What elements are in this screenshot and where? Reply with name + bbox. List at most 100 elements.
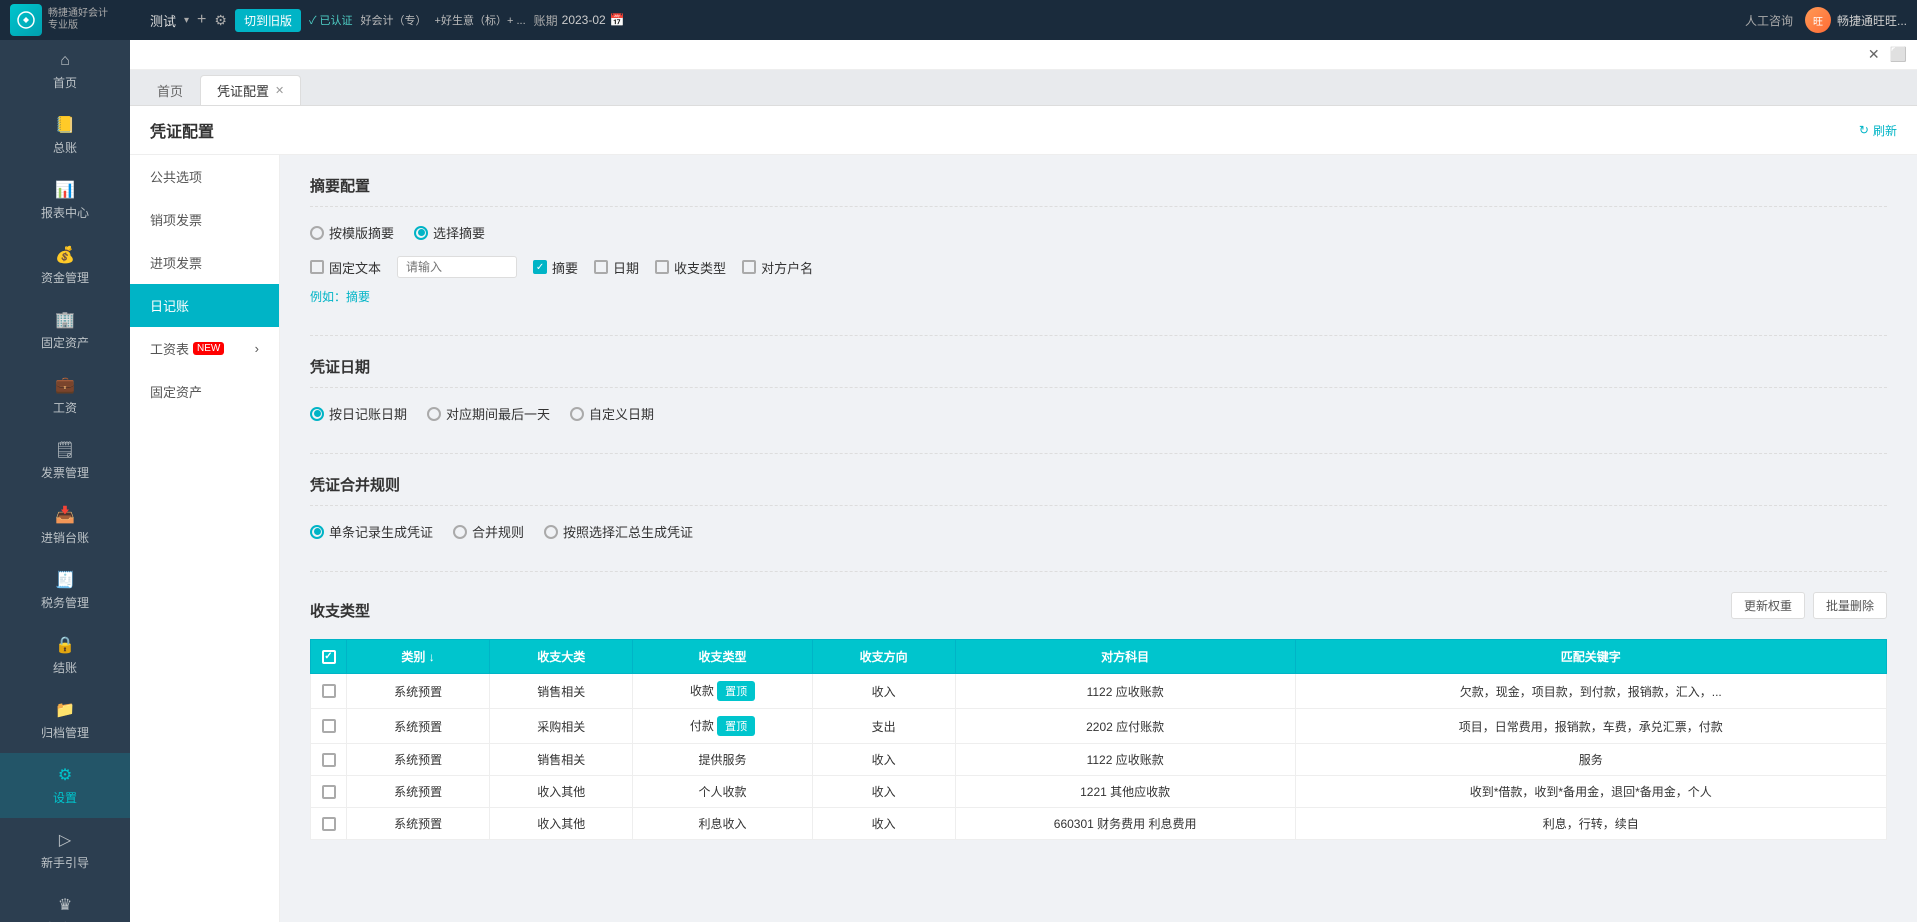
sidebar-label-archive: 归档管理 (41, 724, 89, 741)
content-area: ✕ ⬜ 首页 凭证配置 ✕ 凭证配置 ↻ 刷新 公 (130, 40, 1917, 922)
row-checkbox-3[interactable] (311, 744, 347, 776)
settings-sidebar-journal-label: 日记账 (150, 296, 189, 315)
row-checkbox-4[interactable] (311, 776, 347, 808)
tax-icon: 🧾 (55, 570, 75, 590)
sidebar-item-purchase[interactable]: 📥 进销台账 (0, 493, 130, 558)
radio-template[interactable]: 按模版摘要 (310, 223, 394, 242)
radio-custom-date[interactable]: 自定义日期 (570, 404, 654, 423)
tab-bar: 首页 凭证配置 ✕ (130, 70, 1917, 106)
radio-period-last-circle (427, 407, 441, 421)
income-expense-table: ✓ 类别 ↓ 收支大类 收支类型 收支方向 对方科目 匹配关键字 (310, 639, 1887, 840)
row-checkbox-1[interactable] (311, 674, 347, 709)
sidebar-item-guide[interactable]: ▷ 新手引导 (0, 818, 130, 883)
radio-merge-circle (453, 525, 467, 539)
row-direction-1: 收入 (812, 674, 955, 709)
radio-merge-label: 合并规则 (472, 522, 524, 541)
sidebar-item-invoice[interactable]: 🗒 发票管理 (0, 428, 130, 493)
table-actions: 更新权重 批量删除 (1731, 592, 1887, 619)
checkbox-type[interactable]: 收支类型 (655, 258, 726, 277)
settings-sidebar-purchase-invoice[interactable]: 进项发票 (130, 241, 279, 284)
settings-sidebar-purchase-label: 进项发票 (150, 253, 202, 272)
sidebar-item-member[interactable]: ♛ 畅会员 (0, 883, 130, 922)
row-sub-type-2: 付款 置顶 (633, 709, 812, 744)
top-tag-1[interactable]: 置顶 (717, 681, 755, 701)
radio-template-circle (310, 226, 324, 240)
radio-journal-date-label: 按日记账日期 (329, 404, 407, 423)
new-badge: NEW (193, 342, 224, 355)
table-row: 系统预置 收入其他 个人收款 收入 1221 其他应收款 收到*借款，收到*备用… (311, 776, 1887, 808)
close-icon[interactable]: ✕ (1868, 46, 1880, 63)
radio-journal-date[interactable]: 按日记账日期 (310, 404, 407, 423)
row-sub-type-3: 提供服务 (633, 744, 812, 776)
page-title: 凭证配置 (150, 118, 214, 142)
sidebar-item-archive[interactable]: 📁 归档管理 (0, 688, 130, 753)
tab-voucher-close[interactable]: ✕ (275, 84, 284, 97)
col-category[interactable]: 类别 ↓ (347, 640, 490, 674)
checkbox-date[interactable]: 日期 (594, 258, 639, 277)
radio-select[interactable]: 选择摘要 (414, 223, 485, 242)
batch-delete-btn[interactable]: 批量删除 (1813, 592, 1887, 619)
sidebar-item-tax[interactable]: 🧾 税务管理 (0, 558, 130, 623)
closing-icon: 🔒 (55, 635, 75, 655)
checkbox-summary[interactable]: ✓ 摘要 (533, 258, 578, 277)
settings-sidebar-journal[interactable]: 日记账 (130, 284, 279, 327)
logo-icon (10, 4, 42, 36)
topbar-dropdown-icon[interactable]: ▾ (184, 15, 189, 26)
sidebar-item-closing[interactable]: 🔒 结账 (0, 623, 130, 688)
checkbox-fixed-text[interactable]: 固定文本 (310, 258, 381, 277)
settings-sidebar-fixed-assets[interactable]: 固定资产 (130, 370, 279, 413)
checkbox-fixed-text-label: 固定文本 (329, 258, 381, 277)
refresh-btn[interactable]: ↻ 刷新 (1859, 122, 1897, 139)
tab-voucher-config[interactable]: 凭证配置 ✕ (200, 75, 301, 105)
row-checkbox-5[interactable] (311, 808, 347, 840)
radio-single[interactable]: 单条记录生成凭证 (310, 522, 433, 541)
topbar-settings-icon[interactable]: ⚙ (214, 12, 227, 29)
fixed-text-input[interactable] (397, 256, 517, 278)
top-tag-2[interactable]: 置顶 (717, 716, 755, 736)
sidebar-label-assets: 固定资产 (41, 334, 89, 351)
refresh-label: 刷新 (1873, 122, 1897, 139)
checkbox-counterparty[interactable]: 对方户名 (742, 258, 813, 277)
settings-icon: ⚙ (58, 765, 72, 785)
sidebar-label-funds: 资金管理 (41, 269, 89, 286)
row-category-5: 系统预置 (347, 808, 490, 840)
sidebar-item-ledger[interactable]: 📒 总账 (0, 103, 130, 168)
radio-select-summary[interactable]: 按照选择汇总生成凭证 (544, 522, 693, 541)
maximize-icon[interactable]: ⬜ (1890, 46, 1907, 63)
member-icon: ♛ (58, 895, 72, 915)
row-sub-type-1: 收款 置顶 (633, 674, 812, 709)
topbar-add-icon[interactable]: + (197, 11, 206, 29)
sidebar-item-home[interactable]: ⌂ 首页 (0, 40, 130, 103)
income-expense-title: 收支类型 (310, 600, 370, 621)
update-weight-btn[interactable]: 更新权重 (1731, 592, 1805, 619)
topbar: 畅捷通好会计 专业版 测试 ▾ + ⚙ 切到旧版 ✓ 已认证 好会计（专） +好… (0, 0, 1917, 40)
settings-sidebar-public-label: 公共选项 (150, 167, 202, 186)
switch-version-btn[interactable]: 切到旧版 (235, 9, 301, 32)
row-keywords-5: 利息，行转，续自 (1295, 808, 1886, 840)
sidebar-item-funds[interactable]: 💰 资金管理 (0, 233, 130, 298)
radio-period-last[interactable]: 对应期间最后一天 (427, 404, 550, 423)
settings-sidebar-payroll[interactable]: 工资表 NEW › (130, 327, 279, 370)
sidebar-item-assets[interactable]: 🏢 固定资产 (0, 298, 130, 363)
settings-sidebar-sales[interactable]: 销项发票 (130, 198, 279, 241)
guide-icon: ▷ (59, 830, 71, 850)
settings-sidebar-payroll-label: 工资表 NEW (150, 339, 224, 358)
select-all-checkbox[interactable]: ✓ (322, 650, 336, 664)
checkbox-summary-box: ✓ (533, 260, 547, 274)
settings-sidebar-public[interactable]: 公共选项 (130, 155, 279, 198)
row-keywords-3: 服务 (1295, 744, 1886, 776)
tab-home[interactable]: 首页 (140, 75, 200, 105)
sidebar-item-report[interactable]: 📊 报表中心 (0, 168, 130, 233)
home-icon: ⌂ (60, 52, 70, 70)
row-account-2: 2202 应付账款 (955, 709, 1295, 744)
sidebar-label-home: 首页 (53, 74, 77, 91)
merge-rules-section: 凭证合并规则 单条记录生成凭证 合并规则 按照选择汇总生成凭证 (310, 474, 1887, 541)
sidebar-item-settings[interactable]: ⚙ 设置 (0, 753, 130, 818)
settings-content: 摘要配置 按模版摘要 选择摘要 (280, 155, 1917, 922)
support-link[interactable]: 人工咨询 (1745, 12, 1793, 29)
logo-area: 畅捷通好会计 专业版 (10, 4, 140, 36)
radio-merge[interactable]: 合并规则 (453, 522, 524, 541)
row-checkbox-2[interactable] (311, 709, 347, 744)
sidebar-item-salary[interactable]: 💼 工资 (0, 363, 130, 428)
user-area[interactable]: 旺 畅捷通旺旺... (1805, 7, 1907, 33)
